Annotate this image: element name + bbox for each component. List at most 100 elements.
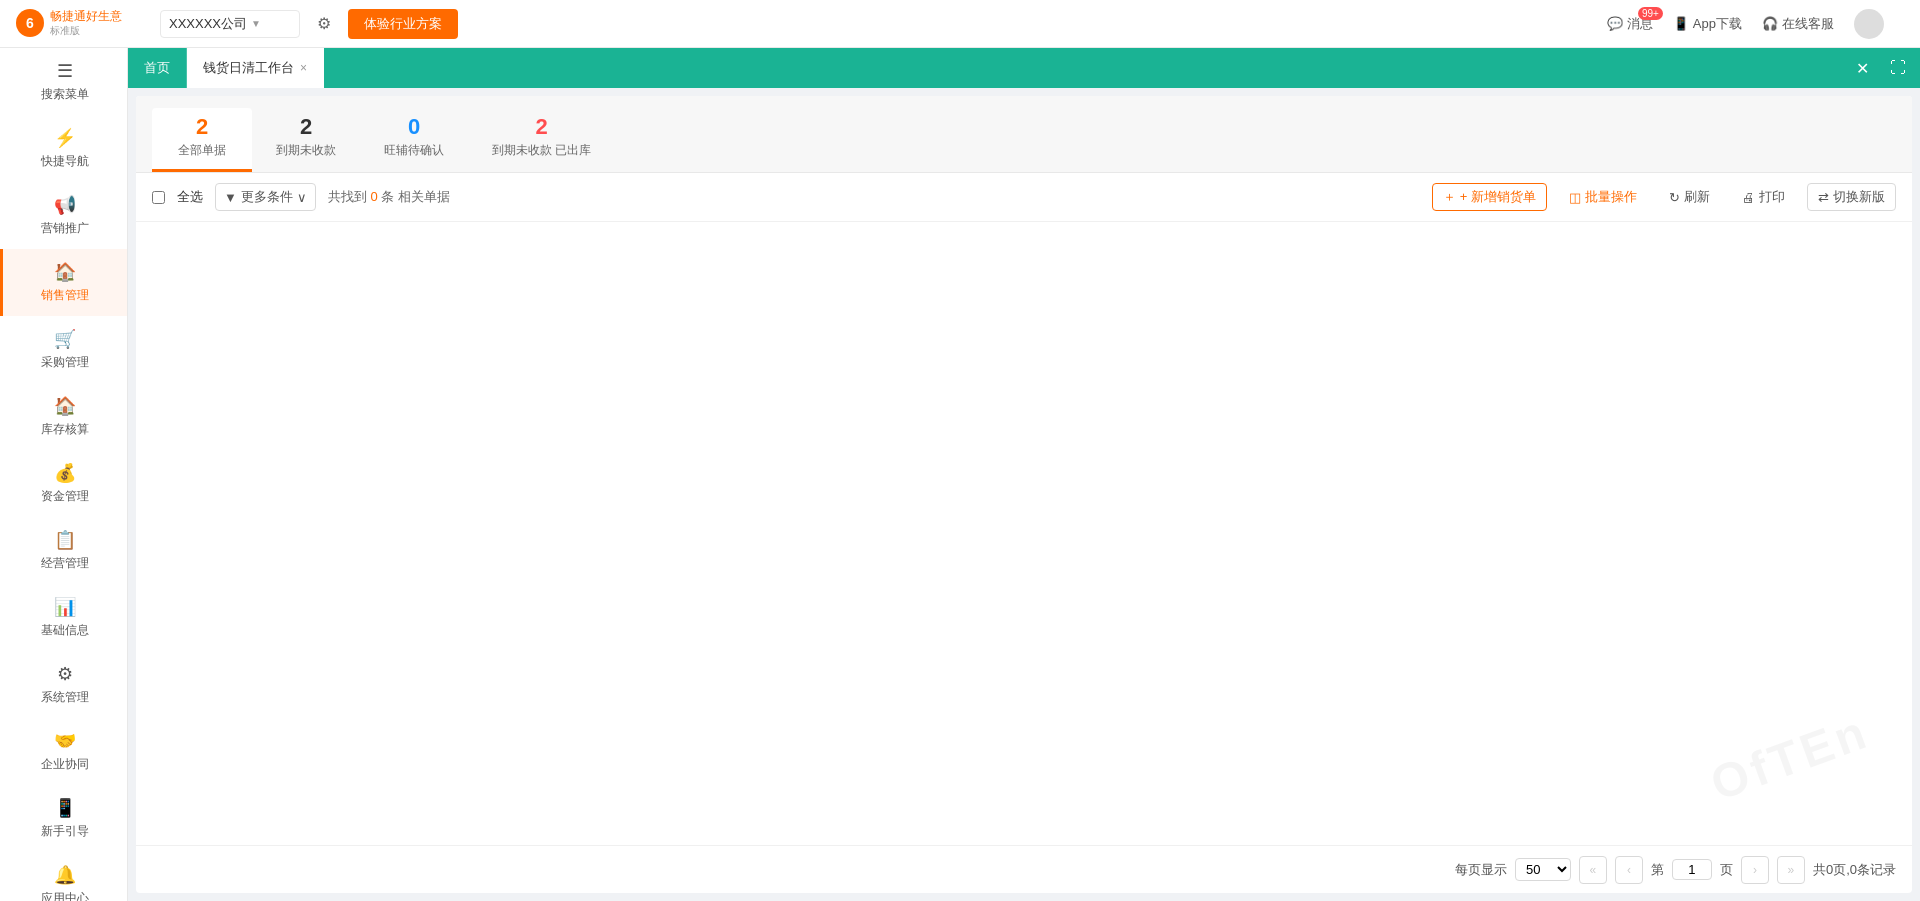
page-label: 第 xyxy=(1651,861,1664,879)
filter-chevron-icon: ∨ xyxy=(297,190,307,205)
sidebar-item-finance[interactable]: 💰 资金管理 xyxy=(0,450,127,517)
tab-close-icon[interactable]: × xyxy=(300,61,307,75)
sidebar-label-marketing: 营销推广 xyxy=(41,220,89,237)
watermark: OfTEn xyxy=(1704,704,1877,812)
sidebar-item-sales[interactable]: 🏠 销售管理 xyxy=(0,249,127,316)
main-content: 首页 钱货日清工作台 × ✕ ⛶ 2 全部单据 2 到期未收款 0 旺辅待确认 … xyxy=(128,48,1920,901)
sidebar-item-basic-info[interactable]: 📊 基础信息 xyxy=(0,584,127,651)
result-unit: 条 xyxy=(381,189,394,204)
logo-sub: 标准版 xyxy=(50,24,122,38)
select-all-checkbox[interactable] xyxy=(152,191,165,204)
tab-bar: 首页 钱货日清工作台 × ✕ ⛶ xyxy=(128,48,1920,88)
sidebar-label-beginner: 新手引导 xyxy=(41,823,89,840)
avatar[interactable] xyxy=(1854,9,1884,39)
result-suffix: 相关单据 xyxy=(398,189,450,204)
status-tab-2[interactable]: 0 旺辅待确认 xyxy=(360,108,468,172)
status-tab-label-2: 旺辅待确认 xyxy=(384,142,444,159)
last-page-button[interactable]: » xyxy=(1777,856,1805,884)
sidebar-item-search-menu[interactable]: ☰ 搜索菜单 xyxy=(0,48,127,115)
message-badge: 99+ xyxy=(1638,7,1663,20)
first-page-button[interactable]: « xyxy=(1579,856,1607,884)
sidebar-icon-search-menu: ☰ xyxy=(57,60,73,82)
sidebar-icon-purchase: 🛒 xyxy=(54,328,76,350)
sidebar-icon-quick-nav: ⚡ xyxy=(54,127,76,149)
add-icon: ＋ xyxy=(1443,188,1456,206)
print-btn-label: 打印 xyxy=(1759,188,1785,206)
sidebar-item-quick-nav[interactable]: ⚡ 快捷导航 xyxy=(0,115,127,182)
main-layout: ☰ 搜索菜单 ⚡ 快捷导航 📢 营销推广 🏠 销售管理 🛒 采购管理 🏠 库存核… xyxy=(0,48,1920,901)
status-tab-count-0: 2 xyxy=(196,116,208,138)
switch-btn-label: 切换新版 xyxy=(1833,188,1885,206)
sidebar-label-app-center: 应用中心 xyxy=(41,890,89,901)
online-service-label: 在线客服 xyxy=(1782,15,1834,33)
page-size-select[interactable]: 50 100 200 xyxy=(1515,858,1571,881)
sidebar-label-search-menu: 搜索菜单 xyxy=(41,86,89,103)
refresh-button[interactable]: ↻ 刷新 xyxy=(1659,184,1720,210)
batch-icon: ◫ xyxy=(1569,190,1581,205)
message-button[interactable]: 💬 消息 99+ xyxy=(1607,15,1653,33)
content-area: 2 全部单据 2 到期未收款 0 旺辅待确认 2 到期未收款 已出库 全选 ▼ … xyxy=(136,96,1912,893)
sidebar-label-purchase: 采购管理 xyxy=(41,354,89,371)
sidebar-icon-basic-info: 📊 xyxy=(54,596,76,618)
switch-version-button[interactable]: ⇄ 切换新版 xyxy=(1807,183,1896,211)
sidebar-icon-system: ⚙ xyxy=(57,663,73,685)
sidebar-icon-beginner: 📱 xyxy=(54,797,76,819)
status-tab-count-3: 2 xyxy=(536,116,548,138)
toolbar: 全选 ▼ 更多条件 ∨ 共找到 0 条 相关单据 ＋ + 新增销货单 xyxy=(136,173,1912,222)
tab-active[interactable]: 钱货日清工作台 × xyxy=(187,48,324,88)
sidebar-item-enterprise[interactable]: 🤝 企业协同 xyxy=(0,718,127,785)
sidebar-label-sales: 销售管理 xyxy=(41,287,89,304)
sidebar-item-system[interactable]: ⚙ 系统管理 xyxy=(0,651,127,718)
status-tab-count-2: 0 xyxy=(408,116,420,138)
sidebar-label-system: 系统管理 xyxy=(41,689,89,706)
company-selector[interactable]: XXXXXX公司 ▼ xyxy=(160,10,300,38)
status-tab-label-3: 到期未收款 已出库 xyxy=(492,142,591,159)
company-name: XXXXXX公司 xyxy=(169,15,247,33)
sidebar-item-inventory[interactable]: 🏠 库存核算 xyxy=(0,383,127,450)
sidebar-item-operations[interactable]: 📋 经营管理 xyxy=(0,517,127,584)
page-number-input[interactable] xyxy=(1672,859,1712,880)
sidebar-item-marketing[interactable]: 📢 营销推广 xyxy=(0,182,127,249)
select-all-label: 全选 xyxy=(177,188,203,206)
online-service-button[interactable]: 🎧 在线客服 xyxy=(1762,15,1834,33)
sidebar-item-beginner[interactable]: 📱 新手引导 xyxy=(0,785,127,852)
status-tab-label-1: 到期未收款 xyxy=(276,142,336,159)
trial-button[interactable]: 体验行业方案 xyxy=(348,9,458,39)
online-service-icon: 🎧 xyxy=(1762,16,1778,31)
status-tab-1[interactable]: 2 到期未收款 xyxy=(252,108,360,172)
company-dropdown-arrow: ▼ xyxy=(251,18,261,29)
tab-active-label: 钱货日清工作台 xyxy=(203,59,294,77)
tab-home[interactable]: 首页 xyxy=(128,48,187,88)
toolbar-right: ＋ + 新增销货单 ◫ 批量操作 ↻ 刷新 🖨 打印 xyxy=(1432,183,1896,211)
next-page-button[interactable]: › xyxy=(1741,856,1769,884)
status-tab-count-1: 2 xyxy=(300,116,312,138)
app-download-button[interactable]: 📱 App下载 xyxy=(1673,15,1742,33)
tab-maximize-button[interactable]: ⛶ xyxy=(1884,54,1912,82)
tab-close-all-button[interactable]: ✕ xyxy=(1848,54,1876,82)
status-tab-label-0: 全部单据 xyxy=(178,142,226,159)
add-sales-order-button[interactable]: ＋ + 新增销货单 xyxy=(1432,183,1547,211)
sidebar-item-purchase[interactable]: 🛒 采购管理 xyxy=(0,316,127,383)
status-tab-3[interactable]: 2 到期未收款 已出库 xyxy=(468,108,615,172)
prev-page-button[interactable]: ‹ xyxy=(1615,856,1643,884)
sidebar-label-quick-nav: 快捷导航 xyxy=(41,153,89,170)
sidebar-label-operations: 经营管理 xyxy=(41,555,89,572)
result-text: 共找到 0 条 相关单据 xyxy=(328,188,450,206)
refresh-btn-label: 刷新 xyxy=(1684,188,1710,206)
status-tab-0[interactable]: 2 全部单据 xyxy=(152,108,252,172)
logo-text-group: 畅捷通好生意 标准版 xyxy=(50,9,122,37)
switch-icon: ⇄ xyxy=(1818,190,1829,205)
sidebar-icon-operations: 📋 xyxy=(54,529,76,551)
gear-icon: ⚙ xyxy=(317,14,331,33)
print-button[interactable]: 🖨 打印 xyxy=(1732,184,1795,210)
per-page-label: 每页显示 xyxy=(1455,861,1507,879)
logo-area: 6 畅捷通好生意 标准版 xyxy=(16,9,144,37)
sidebar-icon-finance: 💰 xyxy=(54,462,76,484)
batch-operation-button[interactable]: ◫ 批量操作 xyxy=(1559,184,1647,210)
sidebar-label-inventory: 库存核算 xyxy=(41,421,89,438)
settings-button[interactable]: ⚙ xyxy=(308,8,340,40)
top-header: 6 畅捷通好生意 标准版 XXXXXX公司 ▼ ⚙ 体验行业方案 💬 消息 99… xyxy=(0,0,1920,48)
sidebar-item-app-center[interactable]: 🔔 应用中心 xyxy=(0,852,127,901)
sidebar-label-basic-info: 基础信息 xyxy=(41,622,89,639)
filter-button[interactable]: ▼ 更多条件 ∨ xyxy=(215,183,316,211)
